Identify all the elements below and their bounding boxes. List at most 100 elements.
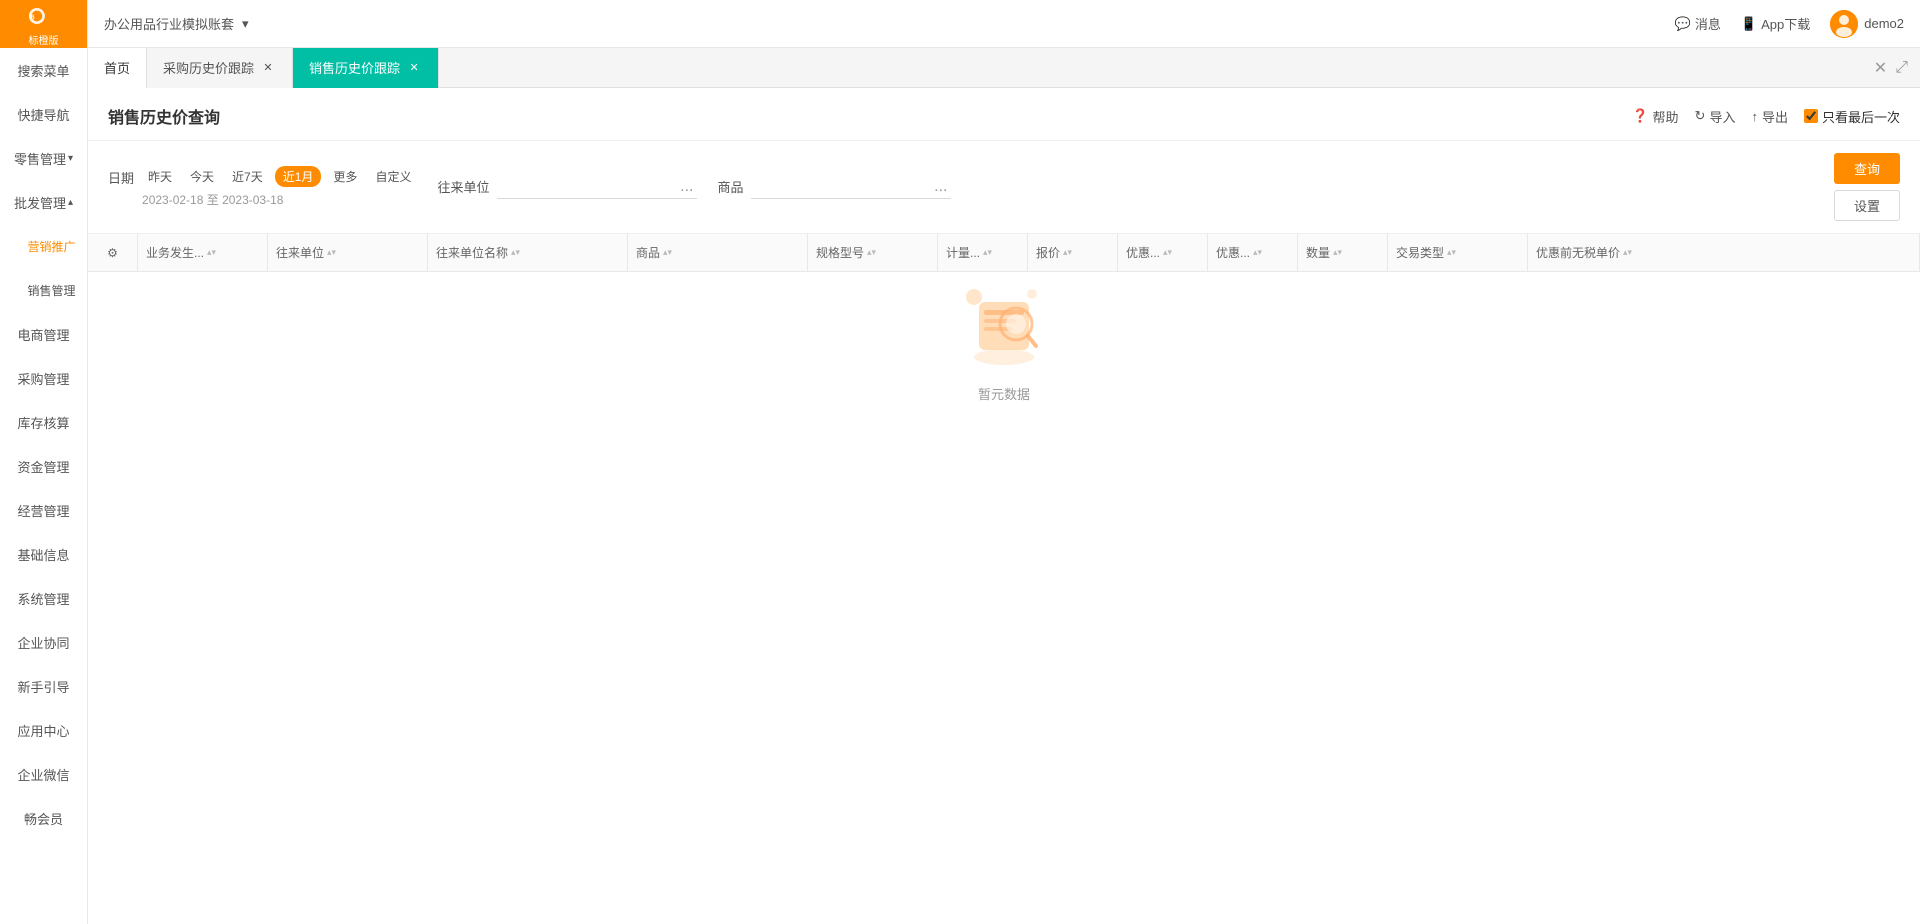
th-notax-price[interactable]: 优惠前无税单价 ▴▾ xyxy=(1528,234,1920,271)
product-input[interactable] xyxy=(751,175,951,199)
sidebar-item-inventory[interactable]: 库存核算 xyxy=(0,400,87,444)
sidebar-item-label: 搜索菜单 xyxy=(17,61,69,80)
sidebar-item-search[interactable]: 搜索菜单 xyxy=(0,48,87,92)
partner-filter-label: 往来单位 xyxy=(437,175,489,196)
th-trade-type-label: 交易类型 xyxy=(1396,244,1444,261)
only-last-label[interactable]: 只看最后一次 xyxy=(1822,107,1900,126)
sidebar-item-label: 企业协同 xyxy=(17,633,69,652)
tabs-bar: 首页 采购历史价跟踪 ✕ 销售历史价跟踪 ✕ ✕ ⤢ xyxy=(88,48,1920,88)
tab-purchase[interactable]: 采购历史价跟踪 ✕ xyxy=(147,48,293,88)
sidebar-item-purchase[interactable]: 采购管理 xyxy=(0,356,87,400)
filter-group-product: 商品 ... xyxy=(717,175,951,199)
th-product[interactable]: 商品 ▴▾ xyxy=(628,234,808,271)
top-bar-right: 💬 消息 📱 App下载 demo2 xyxy=(1675,10,1904,38)
partner-input-wrap: ... xyxy=(497,175,697,199)
app-logo[interactable]: 6 标橙版 xyxy=(0,0,87,48)
query-button[interactable]: 查询 xyxy=(1834,153,1900,184)
tab-purchase-close[interactable]: ✕ xyxy=(260,60,276,76)
sidebar-item-marketing[interactable]: 营销推广 xyxy=(0,224,87,268)
sidebar-item-shortcuts[interactable]: 快捷导航 xyxy=(0,92,87,136)
user-profile[interactable]: demo2 xyxy=(1830,10,1904,38)
partner-picker-button[interactable]: ... xyxy=(680,178,693,196)
th-discount2[interactable]: 优惠... ▴▾ xyxy=(1208,234,1298,271)
sidebar-item-operations[interactable]: 经营管理 xyxy=(0,488,87,532)
download-icon: 📱 xyxy=(1741,16,1757,32)
th-unit[interactable]: 计量... ▴▾ xyxy=(938,234,1028,271)
date-btn-yesterday[interactable]: 昨天 xyxy=(142,166,178,187)
sidebar-item-retail[interactable]: 零售管理 ▾ xyxy=(0,136,87,180)
tab-home[interactable]: 首页 xyxy=(88,48,147,88)
date-filter-buttons: 昨天 今天 近7天 近1月 更多 自定义 2023-02-18 至 2023-0… xyxy=(142,166,417,208)
help-icon: ❓ xyxy=(1632,108,1648,124)
empty-text: 暂元数据 xyxy=(978,384,1030,403)
only-last-checkbox-wrap: 只看最后一次 xyxy=(1804,107,1900,126)
tab-home-label: 首页 xyxy=(104,58,130,77)
help-label: 帮助 xyxy=(1653,107,1679,126)
sidebar-item-enterprise[interactable]: 企业协同 xyxy=(0,620,87,664)
product-filter-label: 商品 xyxy=(717,175,743,196)
tab-sales-label: 销售历史价跟踪 xyxy=(309,58,400,77)
tab-sales-close[interactable]: ✕ xyxy=(406,60,422,76)
avatar xyxy=(1830,10,1858,38)
sidebar-item-label: 应用中心 xyxy=(17,721,69,740)
message-icon: 💬 xyxy=(1675,16,1691,32)
sidebar-item-ecommerce[interactable]: 电商管理 xyxy=(0,312,87,356)
sidebar-item-label: 销售管理 xyxy=(27,282,75,299)
date-btn-7days[interactable]: 近7天 xyxy=(226,166,269,187)
sidebar-item-wechat[interactable]: 企业微信 xyxy=(0,752,87,796)
product-input-wrap: ... xyxy=(751,175,951,199)
th-date[interactable]: 业务发生... ▴▾ xyxy=(138,234,268,271)
top-bar: 办公用品行业模拟账套 ▾ 💬 消息 📱 App下载 demo2 xyxy=(88,0,1920,48)
sidebar-item-label: 电商管理 xyxy=(17,325,69,344)
tab-purchase-label: 采购历史价跟踪 xyxy=(163,58,254,77)
th-price[interactable]: 报价 ▴▾ xyxy=(1028,234,1118,271)
table-header: ⚙ 业务发生... ▴▾ 往来单位 ▴▾ 往来单位名称 ▴▾ 商品 ▴▾ xyxy=(88,234,1920,272)
sidebar-item-label: 畅会员 xyxy=(24,809,63,828)
sidebar-item-wholesale[interactable]: 批发管理 ▴ xyxy=(0,180,87,224)
sidebar-item-finance[interactable]: 资金管理 xyxy=(0,444,87,488)
sort-icon: ▴▾ xyxy=(663,248,672,257)
help-button[interactable]: ❓ 帮助 xyxy=(1632,107,1678,126)
sidebar-item-guide[interactable]: 新手引导 xyxy=(0,664,87,708)
settings-button[interactable]: 设置 xyxy=(1834,190,1900,221)
sidebar-item-apps[interactable]: 应用中心 xyxy=(0,708,87,752)
filter-group-partner: 往来单位 ... xyxy=(437,175,697,199)
th-qty[interactable]: 数量 ▴▾ xyxy=(1298,234,1388,271)
chevron-down-icon: ▾ xyxy=(68,153,73,164)
sidebar-item-sales-mgr[interactable]: 销售管理 xyxy=(0,268,87,312)
message-button[interactable]: 💬 消息 xyxy=(1675,14,1721,33)
date-btn-today[interactable]: 今天 xyxy=(184,166,220,187)
sort-icon: ▴▾ xyxy=(1333,248,1342,257)
import-label: 导入 xyxy=(1709,107,1735,126)
import-button[interactable]: ↻ 导入 xyxy=(1695,107,1736,126)
app-title-dropdown[interactable]: ▾ xyxy=(242,16,249,32)
tab-sales[interactable]: 销售历史价跟踪 ✕ xyxy=(293,48,439,88)
th-partner-name[interactable]: 往来单位名称 ▴▾ xyxy=(428,234,628,271)
page-title: 销售历史价查询 xyxy=(108,104,220,128)
th-discount1[interactable]: 优惠... ▴▾ xyxy=(1118,234,1208,271)
th-settings[interactable]: ⚙ xyxy=(88,234,138,271)
sidebar-item-basics[interactable]: 基础信息 xyxy=(0,532,87,576)
sidebar-item-label: 系统管理 xyxy=(17,589,69,608)
export-button[interactable]: ↑ 导出 xyxy=(1751,107,1788,126)
sidebar-item-system[interactable]: 系统管理 xyxy=(0,576,87,620)
product-picker-button[interactable]: ... xyxy=(934,178,947,196)
date-filter-label: 日期 xyxy=(108,166,134,187)
th-price-label: 报价 xyxy=(1036,244,1060,261)
date-btn-more[interactable]: 更多 xyxy=(327,166,363,187)
th-trade-type[interactable]: 交易类型 ▴▾ xyxy=(1388,234,1528,271)
th-spec[interactable]: 规格型号 ▴▾ xyxy=(808,234,938,271)
user-name: demo2 xyxy=(1864,16,1904,31)
th-notax-price-label: 优惠前无税单价 xyxy=(1536,244,1620,261)
only-last-checkbox[interactable] xyxy=(1804,109,1818,123)
th-partner-code[interactable]: 往来单位 ▴▾ xyxy=(268,234,428,271)
sort-icon: ▴▾ xyxy=(1163,248,1172,257)
maximize-window-button[interactable]: ⤢ xyxy=(1895,59,1908,77)
close-window-button[interactable]: ✕ xyxy=(1874,58,1887,78)
sidebar-item-vip[interactable]: 畅会员 xyxy=(0,796,87,840)
date-btn-custom[interactable]: 自定义 xyxy=(369,166,417,187)
date-btn-1month[interactable]: 近1月 xyxy=(275,166,322,187)
partner-input[interactable] xyxy=(497,175,697,199)
sidebar-item-label: 企业微信 xyxy=(17,765,69,784)
app-download-button[interactable]: 📱 App下载 xyxy=(1741,14,1810,33)
